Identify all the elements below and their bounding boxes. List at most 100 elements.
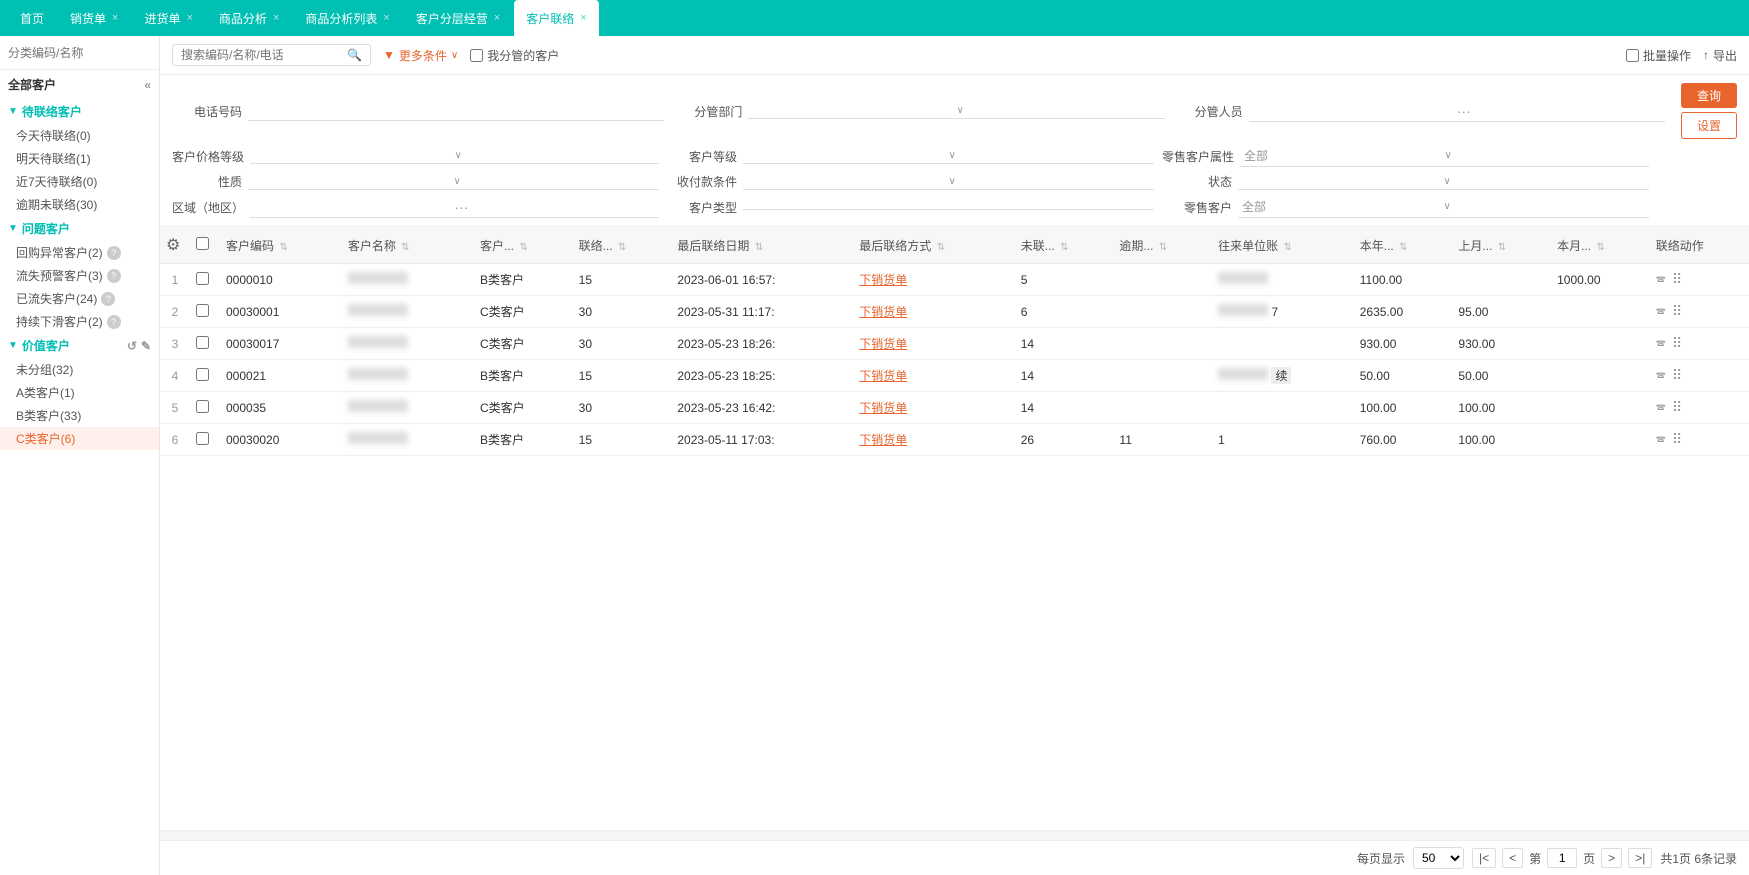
sidebar-group-pending[interactable]: ▼ 待联络客户 (0, 99, 159, 124)
row-checkbox[interactable] (196, 432, 209, 445)
more-action-icon[interactable]: ⠿ (1672, 399, 1682, 416)
close-icon[interactable]: × (186, 12, 192, 24)
filter-status-select[interactable]: ∨ (1238, 174, 1649, 190)
sidebar-item-class-a[interactable]: A类客户(1) (0, 381, 159, 404)
sidebar-item-tomorrow[interactable]: 明天待联络(1) (0, 147, 159, 170)
sidebar-item-declining[interactable]: 持续下滑客户(2) ? (0, 310, 159, 333)
contact-method-link[interactable]: 下销货单 (859, 401, 907, 415)
export-button[interactable]: ↑ 导出 (1703, 47, 1737, 64)
last-page-button[interactable]: >| (1628, 848, 1652, 868)
filter-phone-input[interactable] (248, 102, 664, 121)
sidebar-item-class-c[interactable]: C类客户(6) (0, 427, 159, 450)
filter-retail-customer-select[interactable]: 全部 ∨ (1238, 196, 1649, 218)
prev-page-button[interactable]: < (1502, 848, 1523, 868)
nav-product-analysis[interactable]: 商品分析 × (207, 0, 291, 36)
my-customers-check[interactable] (470, 49, 483, 62)
filter-customer-level-select[interactable]: ∨ (743, 148, 1154, 164)
nav-purchase-order[interactable]: 进货单 × (132, 0, 204, 36)
contact-method-link[interactable]: 下销货单 (859, 337, 907, 351)
row-checkbox[interactable] (196, 336, 209, 349)
more-action-icon[interactable]: ⠿ (1672, 271, 1682, 288)
footer-per-page-select[interactable]: 50 100 200 (1413, 847, 1464, 869)
contact-method-link[interactable]: 下销货单 (859, 305, 907, 319)
sidebar-group-problem[interactable]: ▼ 问题客户 (0, 216, 159, 241)
sidebar-collapse-icon[interactable]: « (144, 78, 151, 92)
col-this-year[interactable]: 本年... ⇅ (1354, 227, 1453, 264)
contact-action-icon[interactable]: 🕿 (1656, 431, 1666, 448)
sidebar-item-today[interactable]: 今天待联络(0) (0, 124, 159, 147)
col-customer-name[interactable]: 客户名称 ⇅ (342, 227, 474, 264)
settings-button[interactable]: 设置 (1681, 112, 1737, 139)
close-icon[interactable]: × (383, 12, 389, 24)
row-checkbox[interactable] (196, 304, 209, 317)
first-page-button[interactable]: |< (1472, 848, 1496, 868)
sidebar-group-value[interactable]: ▼ 价值客户 ↺ ✎ (0, 333, 159, 358)
filter-customer-type-select[interactable] (743, 205, 1154, 210)
col-contact-days[interactable]: 联络... ⇅ (573, 227, 672, 264)
row-checkbox[interactable] (196, 272, 209, 285)
sidebar-item-lost[interactable]: 已流失客户(24) ? (0, 287, 159, 310)
col-last-month[interactable]: 上月... ⇅ (1452, 227, 1551, 264)
row-checkbox[interactable] (196, 368, 209, 381)
sidebar-item-class-b[interactable]: B类客户(33) (0, 404, 159, 427)
more-action-icon[interactable]: ⠿ (1672, 367, 1682, 384)
nav-customer-segment[interactable]: 客户分层经营 × (404, 0, 512, 36)
contact-action-icon[interactable]: 🕿 (1656, 399, 1666, 416)
query-button[interactable]: 查询 (1681, 83, 1737, 108)
nav-customer-contact[interactable]: 客户联络 × (514, 0, 598, 36)
filter-payment-select[interactable]: ∨ (743, 174, 1154, 190)
nav-sales-order[interactable]: 销货单 × (58, 0, 130, 36)
col-last-contact-method[interactable]: 最后联络方式 ⇅ (853, 227, 1014, 264)
select-all-checkbox[interactable] (196, 237, 209, 250)
contact-method-link[interactable]: 下销货单 (859, 273, 907, 287)
nav-home[interactable]: 首页 (8, 0, 56, 36)
sidebar-item-overdue[interactable]: 逾期未联络(30) (0, 193, 159, 216)
sidebar-item-unclassified[interactable]: 未分组(32) (0, 358, 159, 381)
col-overdue[interactable]: 逾期... ⇅ (1113, 227, 1212, 264)
page-number-input[interactable] (1547, 848, 1577, 868)
col-this-month[interactable]: 本月... ⇅ (1551, 227, 1650, 264)
more-action-icon[interactable]: ⠿ (1672, 335, 1682, 352)
contact-action-icon[interactable]: 🕿 (1656, 367, 1666, 384)
more-action-icon[interactable]: ⠿ (1672, 303, 1682, 320)
filter-dept-select[interactable]: ∨ (748, 103, 1164, 119)
search-icon[interactable]: 🔍 (347, 48, 362, 62)
filter-nature-select[interactable]: ∨ (248, 174, 659, 190)
contact-action-icon[interactable]: 🕿 (1656, 271, 1666, 288)
horizontal-scrollbar[interactable] (160, 830, 1749, 840)
filter-person-select[interactable]: ··· (1249, 101, 1665, 122)
filter-value-level-select[interactable]: ∨ (250, 148, 659, 164)
close-icon[interactable]: × (580, 12, 586, 24)
close-icon[interactable]: × (494, 12, 500, 24)
contact-method-link[interactable]: 下销货单 (859, 369, 907, 383)
next-page-button[interactable]: > (1601, 848, 1622, 868)
sidebar-item-churn-warning[interactable]: 流失预警客户(3) ? (0, 264, 159, 287)
filter-region-select[interactable]: ··· (250, 197, 659, 218)
col-gear[interactable]: ⚙ (160, 227, 190, 264)
my-customers-checkbox[interactable]: 我分管的客户 (470, 47, 559, 64)
sidebar-item-repurchase-anomaly[interactable]: 回购异常客户(2) ? (0, 241, 159, 264)
more-action-icon[interactable]: ⠿ (1672, 431, 1682, 448)
col-customer-code[interactable]: 客户编码 ⇅ (220, 227, 342, 264)
contact-method-link[interactable]: 下销货单 (859, 433, 907, 447)
close-icon[interactable]: × (112, 12, 118, 24)
batch-op-check[interactable] (1626, 49, 1639, 62)
search-input[interactable] (181, 48, 341, 62)
refresh-icon[interactable]: ↺ (127, 339, 137, 353)
filter-retail-attr-select[interactable]: 全部 ∨ (1240, 145, 1649, 167)
nav-product-analysis-list[interactable]: 商品分析列表 × (293, 0, 401, 36)
sidebar-item-7days[interactable]: 近7天待联络(0) (0, 170, 159, 193)
col-last-contact-date[interactable]: 最后联络日期 ⇅ (671, 227, 853, 264)
sidebar-search-input[interactable] (8, 46, 160, 60)
batch-operation-toggle[interactable]: 批量操作 (1626, 47, 1691, 64)
settings-gear-icon[interactable]: ⚙ (166, 237, 180, 254)
edit-icon[interactable]: ✎ (141, 339, 151, 353)
col-customer-type[interactable]: 客户... ⇅ (474, 227, 573, 264)
more-icon[interactable]: ··· (455, 199, 656, 215)
col-account[interactable]: 往来单位账 ⇅ (1212, 227, 1354, 264)
more-icon[interactable]: ··· (1457, 103, 1661, 119)
contact-action-icon[interactable]: 🕿 (1656, 335, 1666, 352)
col-uncontact[interactable]: 未联... ⇅ (1015, 227, 1114, 264)
row-checkbox[interactable] (196, 400, 209, 413)
close-icon[interactable]: × (273, 12, 279, 24)
